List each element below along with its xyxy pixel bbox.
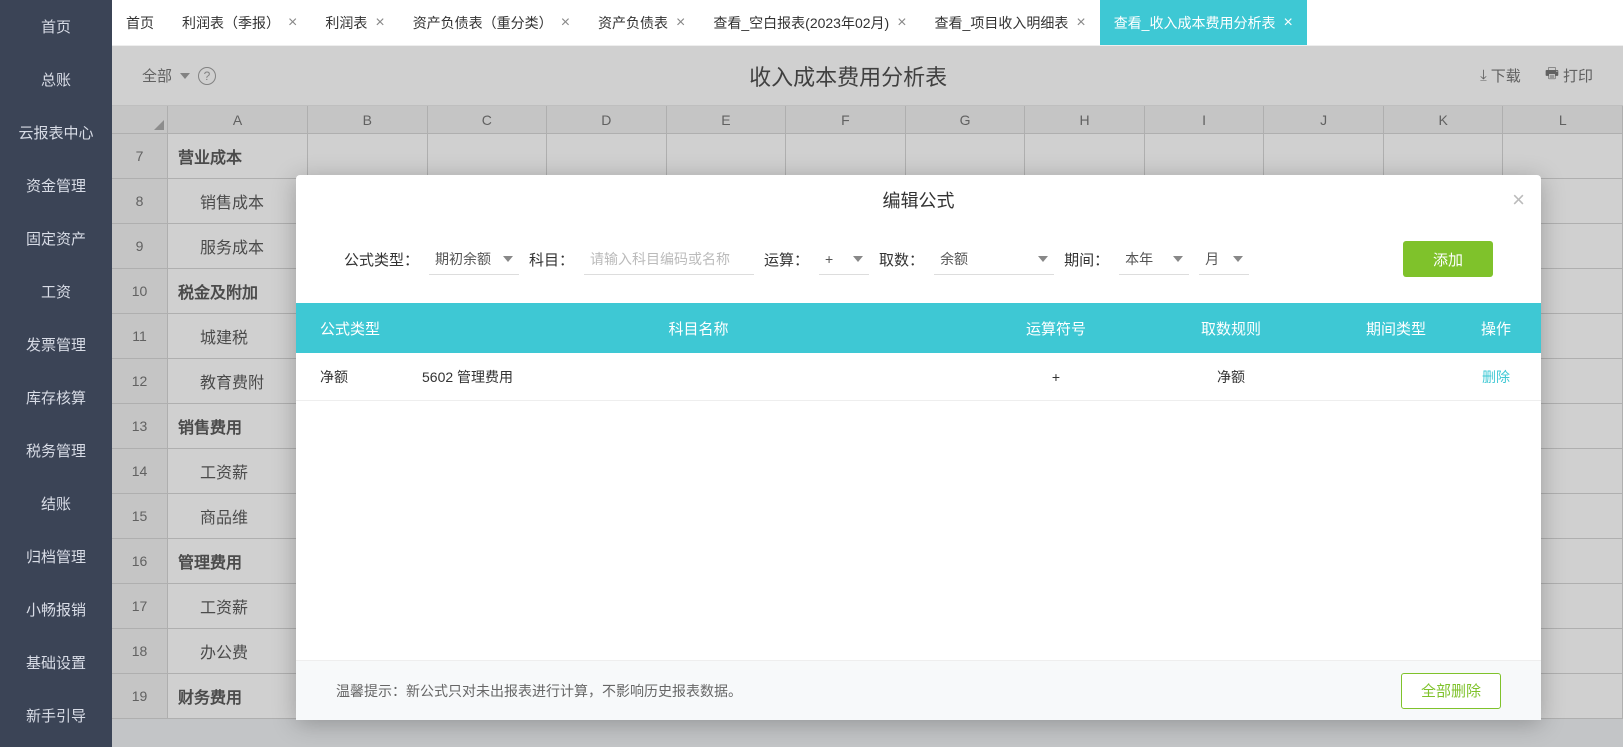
chevron-down-icon [1173,256,1183,262]
label-type: 公式类型： [344,249,419,270]
th-type: 公式类型 [296,318,406,339]
tab-4[interactable]: 资产负债表 × [584,0,699,45]
add-button[interactable]: 添加 [1403,241,1493,277]
sidebar-item-13[interactable]: 新手引导 [0,689,112,742]
delete-all-button[interactable]: 全部删除 [1401,673,1501,709]
modal-footer: 温馨提示：新公式只对未出报表进行计算，不影响历史报表数据。 全部删除 [296,660,1541,720]
sidebar-item-3[interactable]: 资金管理 [0,159,112,212]
sidebar-item-8[interactable]: 税务管理 [0,424,112,477]
edit-formula-modal: 编辑公式 × 公式类型： 期初余额 科目： 运算： + 取数： 余额 期间： 本… [296,175,1541,720]
tab-label: 利润表 [325,13,367,33]
close-icon[interactable]: × [1283,14,1292,32]
tab-0[interactable]: 首页 [112,0,168,45]
label-fetch: 取数： [879,249,924,270]
tab-1[interactable]: 利润表（季报） × [168,0,311,45]
tab-label: 利润表（季报） [182,13,280,33]
tab-bar: 首页利润表（季报）×利润表×资产负债表（重分类）×资产负债表×查看_空白报表(2… [112,0,1623,46]
select-fetch[interactable]: 余额 [934,243,1054,275]
tab-label: 首页 [126,13,154,33]
input-subject[interactable] [584,243,754,275]
formula-row: 净额5602 管理费用+净额删除 [296,353,1541,401]
th-subject: 科目名称 [406,318,991,339]
td-type: 净额 [296,367,406,387]
sidebar-item-2[interactable]: 云报表中心 [0,106,112,159]
sidebar-item-4[interactable]: 固定资产 [0,212,112,265]
label-period: 期间： [1064,249,1109,270]
td-action: 删除 [1451,367,1541,387]
modal-header: 编辑公式 × [296,175,1541,225]
sidebar-item-10[interactable]: 归档管理 [0,530,112,583]
sidebar-item-7[interactable]: 库存核算 [0,371,112,424]
close-icon[interactable]: × [288,14,297,32]
chevron-down-icon [1233,256,1243,262]
hint-text: 温馨提示：新公式只对未出报表进行计算，不影响历史报表数据。 [336,681,742,701]
modal-title: 编辑公式 [883,187,955,213]
close-icon[interactable]: × [1512,187,1525,213]
close-icon[interactable]: × [1076,14,1085,32]
label-subject: 科目： [529,249,574,270]
chevron-down-icon [503,256,513,262]
th-operator: 运算符号 [991,318,1121,339]
formula-table: 公式类型 科目名称 运算符号 取数规则 期间类型 操作 净额5602 管理费用+… [296,303,1541,401]
tab-label: 查看_空白报表(2023年02月) [713,13,889,33]
chevron-down-icon [1038,256,1048,262]
td-operator: + [991,369,1121,385]
tab-7[interactable]: 查看_收入成本费用分析表 × [1100,0,1307,45]
close-icon[interactable]: × [561,14,570,32]
th-action: 操作 [1451,318,1541,339]
tab-label: 资产负债表（重分类） [413,13,553,33]
select-operator[interactable]: + [819,243,869,275]
delete-link[interactable]: 删除 [1482,369,1510,385]
sidebar-item-0[interactable]: 首页 [0,0,112,53]
tab-5[interactable]: 查看_空白报表(2023年02月) × [699,0,920,45]
td-subject: 5602 管理费用 [406,367,991,387]
sidebar-item-9[interactable]: 结账 [0,477,112,530]
th-rule: 取数规则 [1121,318,1341,339]
chevron-down-icon [853,256,863,262]
td-rule: 净额 [1121,367,1341,387]
tab-label: 查看_项目收入明细表 [935,13,1069,33]
close-icon[interactable]: × [676,14,685,32]
select-formula-type[interactable]: 期初余额 [429,243,519,275]
close-icon[interactable]: × [897,14,906,32]
select-period-month[interactable]: 月 [1199,243,1249,275]
tab-6[interactable]: 查看_项目收入明细表 × [921,0,1100,45]
sidebar-item-6[interactable]: 发票管理 [0,318,112,371]
sidebar-item-1[interactable]: 总账 [0,53,112,106]
tab-label: 资产负债表 [598,13,668,33]
sidebar-item-11[interactable]: 小畅报销 [0,583,112,636]
tab-3[interactable]: 资产负债表（重分类） × [399,0,584,45]
select-period-year[interactable]: 本年 [1119,243,1189,275]
tab-2[interactable]: 利润表 × [311,0,398,45]
sidebar-item-12[interactable]: 基础设置 [0,636,112,689]
sidebar: 首页总账云报表中心资金管理固定资产工资发票管理库存核算税务管理结账归档管理小畅报… [0,0,112,747]
formula-form: 公式类型： 期初余额 科目： 运算： + 取数： 余额 期间： 本年 月 添加 [296,225,1541,287]
tab-label: 查看_收入成本费用分析表 [1114,13,1276,33]
label-operator: 运算： [764,249,809,270]
close-icon[interactable]: × [375,14,384,32]
table-header: 公式类型 科目名称 运算符号 取数规则 期间类型 操作 [296,303,1541,353]
th-period: 期间类型 [1341,318,1451,339]
sidebar-item-5[interactable]: 工资 [0,265,112,318]
